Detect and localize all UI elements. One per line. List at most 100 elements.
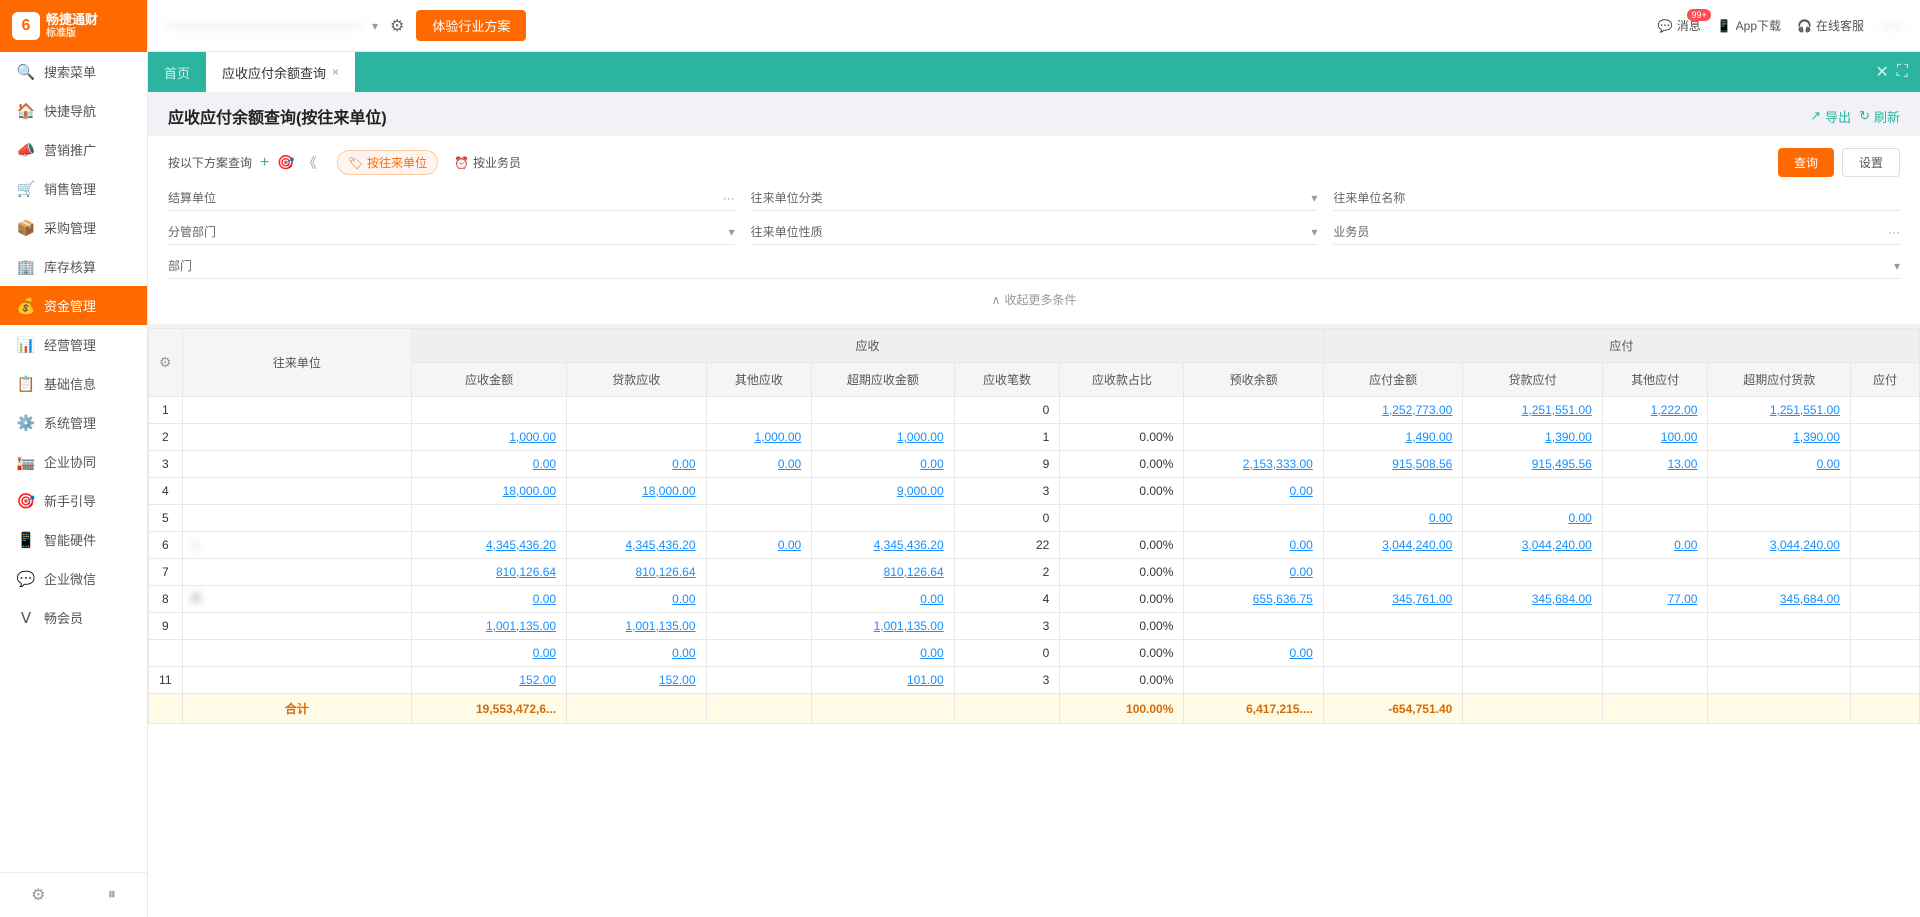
breadcrumb-chevron-icon[interactable]: ▾ bbox=[372, 19, 378, 33]
sidebar-item-operation[interactable]: 📊 经营管理 bbox=[0, 325, 147, 364]
app-download-button[interactable]: 📱 App下载 bbox=[1717, 17, 1781, 34]
filter-add-button[interactable]: + bbox=[260, 154, 269, 172]
system-icon: ⚙️ bbox=[16, 414, 36, 432]
row-ap-other bbox=[1602, 559, 1708, 586]
settlement-unit-more-icon[interactable]: ··· bbox=[723, 191, 735, 205]
table-footer-row: 合计19,553,472,6...100.00%6,417,215....-65… bbox=[149, 694, 1920, 724]
sidebar-settings-button[interactable]: ⚙ bbox=[23, 881, 53, 909]
dept-manager-arrow-icon[interactable]: ▾ bbox=[729, 225, 735, 239]
filter-scheme-partner-icon: 🏷 bbox=[348, 156, 363, 170]
row-ap-extra bbox=[1850, 586, 1919, 613]
row-partner: ↑ bbox=[182, 532, 412, 559]
dept-label: 部门 bbox=[168, 257, 238, 274]
sidebar-item-wechat[interactable]: 💬 企业微信 bbox=[0, 559, 147, 598]
sidebar-footer: ⚙ ⏸ bbox=[0, 872, 147, 917]
filter-field-salesperson[interactable]: 业务员 ··· bbox=[1333, 219, 1900, 245]
partner-category-label: 往来单位分类 bbox=[751, 189, 823, 206]
row-ar-loan: 0.00 bbox=[567, 586, 706, 613]
sidebar-item-purchase[interactable]: 📦 采购管理 bbox=[0, 208, 147, 247]
sidebar-item-guide[interactable]: 🎯 新手引导 bbox=[0, 481, 147, 520]
tab-home[interactable]: 首页 bbox=[148, 52, 206, 92]
filter-field-partner-nature[interactable]: 往来单位性质 ▾ bbox=[751, 219, 1318, 245]
salesperson-input[interactable] bbox=[1411, 225, 1884, 239]
th-ap-amount: 应付金额 bbox=[1323, 363, 1462, 397]
tab-arbalance[interactable]: 应收应付余额查询 × bbox=[206, 52, 355, 92]
footer-ap-extra bbox=[1850, 694, 1919, 724]
th-gear[interactable]: ⚙ bbox=[149, 329, 183, 397]
dept-input[interactable] bbox=[246, 259, 1890, 273]
filter-collapse-row[interactable]: ∧ 收起更多条件 bbox=[168, 287, 1900, 312]
sidebar-item-finance[interactable]: 💰 资金管理 bbox=[0, 286, 147, 325]
filter-field-partner-category[interactable]: 往来单位分类 ▾ bbox=[751, 185, 1318, 211]
customer-service-button[interactable]: 🎧 在线客服 bbox=[1797, 17, 1864, 34]
row-ap-other: 13.00 bbox=[1602, 451, 1708, 478]
th-ap-loan: 贷款应付 bbox=[1463, 363, 1602, 397]
partner-category-arrow-icon[interactable]: ▾ bbox=[1311, 191, 1317, 205]
sidebar-item-inventory[interactable]: 🏢 库存核算 bbox=[0, 247, 147, 286]
row-ap-extra bbox=[1850, 478, 1919, 505]
sidebar-item-marketing[interactable]: 📣 营销推广 bbox=[0, 130, 147, 169]
sidebar-item-sales[interactable]: 🛒 销售管理 bbox=[0, 169, 147, 208]
salesperson-more-icon[interactable]: ··· bbox=[1888, 225, 1900, 239]
row-ap-loan: 1,390.00 bbox=[1463, 424, 1602, 451]
row-num: 1 bbox=[149, 397, 183, 424]
solution-button[interactable]: 体验行业方案 bbox=[416, 10, 526, 41]
settlement-unit-input[interactable] bbox=[246, 191, 719, 205]
table-settings-icon[interactable]: ⚙ bbox=[159, 354, 172, 370]
query-button[interactable]: 查询 bbox=[1778, 148, 1834, 177]
sidebar-item-enterprise[interactable]: 🏣 企业协同 bbox=[0, 442, 147, 481]
refresh-button[interactable]: ↻ 刷新 bbox=[1859, 107, 1900, 126]
filter-field-dept[interactable]: 部门 ▾ bbox=[168, 253, 1900, 279]
sidebar-collapse-button[interactable]: ⏸ bbox=[100, 882, 124, 908]
row-ar-count: 3 bbox=[954, 613, 1060, 640]
topbar-user[interactable] bbox=[1880, 22, 1904, 30]
purchase-icon: 📦 bbox=[16, 219, 36, 237]
dept-manager-input[interactable] bbox=[246, 225, 725, 239]
filter-row-1: 结算单位 ··· 往来单位分类 ▾ 往来单位名称 bbox=[168, 185, 1900, 211]
row-ap-loan bbox=[1463, 559, 1602, 586]
sidebar-item-label: 搜索菜单 bbox=[44, 62, 96, 81]
search-icon: 🔍 bbox=[16, 63, 36, 81]
footer-gear bbox=[149, 694, 183, 724]
sidebar-item-search[interactable]: 🔍 搜索菜单 bbox=[0, 52, 147, 91]
sidebar-item-quicknav[interactable]: 🏠 快捷导航 bbox=[0, 91, 147, 130]
row-ar-overdue: 0.00 bbox=[812, 640, 954, 667]
filter-field-settlement-unit[interactable]: 结算单位 ··· bbox=[168, 185, 735, 211]
filter-collapse-icon[interactable]: 《 bbox=[303, 153, 317, 173]
row-ap-other bbox=[1602, 478, 1708, 505]
th-partner: 往来单位 bbox=[182, 329, 412, 397]
th-ar-prepay: 预收余额 bbox=[1184, 363, 1323, 397]
topbar-gear-icon[interactable]: ⚙ bbox=[390, 16, 404, 36]
sidebar-item-member[interactable]: Ⅴ 畅会员 bbox=[0, 598, 147, 637]
tab-close-icon[interactable]: ✕ bbox=[1875, 62, 1888, 82]
sidebar-item-hardware[interactable]: 📱 智能硬件 bbox=[0, 520, 147, 559]
tab-arbalance-close-icon[interactable]: × bbox=[332, 65, 339, 79]
partner-nature-input[interactable] bbox=[831, 225, 1308, 239]
row-ar-count: 1 bbox=[954, 424, 1060, 451]
filter-settings-icon[interactable]: 🎯 bbox=[277, 154, 294, 171]
partner-nature-arrow-icon[interactable]: ▾ bbox=[1311, 225, 1317, 239]
partner-name-input[interactable] bbox=[1413, 191, 1900, 205]
row-ap-loan bbox=[1463, 640, 1602, 667]
row-ap-overdue: 0.00 bbox=[1708, 451, 1850, 478]
export-button[interactable]: ↗ 导出 bbox=[1810, 107, 1851, 126]
partner-category-input[interactable] bbox=[831, 191, 1308, 205]
settings-query-button[interactable]: 设置 bbox=[1842, 148, 1900, 177]
table-wrapper[interactable]: ⚙ 往来单位 应收 应付 应收金额 贷款应收 其他应收 超期应收金额 应收笔数 … bbox=[148, 328, 1920, 917]
filter-field-dept-manager[interactable]: 分管部门 ▾ bbox=[168, 219, 735, 245]
row-ap-overdue: 1,251,551.00 bbox=[1708, 397, 1850, 424]
sidebar-item-basic[interactable]: 📋 基础信息 bbox=[0, 364, 147, 403]
filter-scheme-employee[interactable]: ⏰ 按业务员 bbox=[444, 151, 531, 174]
messages-button[interactable]: 💬 消息 99+ bbox=[1658, 17, 1701, 34]
customer-service-label: 在线客服 bbox=[1816, 17, 1864, 34]
tab-expand-icon[interactable]: ⛶ bbox=[1897, 63, 1908, 81]
filter-scheme-partner[interactable]: 🏷 按往来单位 bbox=[337, 150, 438, 175]
row-ar-loan: 18,000.00 bbox=[567, 478, 706, 505]
row-ar-other bbox=[706, 505, 812, 532]
messages-icon: 💬 bbox=[1658, 19, 1673, 33]
row-partner bbox=[182, 640, 412, 667]
dept-arrow-icon[interactable]: ▾ bbox=[1894, 259, 1900, 273]
row-ar-amount: 1,000.00 bbox=[412, 424, 567, 451]
sidebar-item-system[interactable]: ⚙️ 系统管理 bbox=[0, 403, 147, 442]
filter-field-partner-name[interactable]: 往来单位名称 bbox=[1333, 185, 1900, 211]
